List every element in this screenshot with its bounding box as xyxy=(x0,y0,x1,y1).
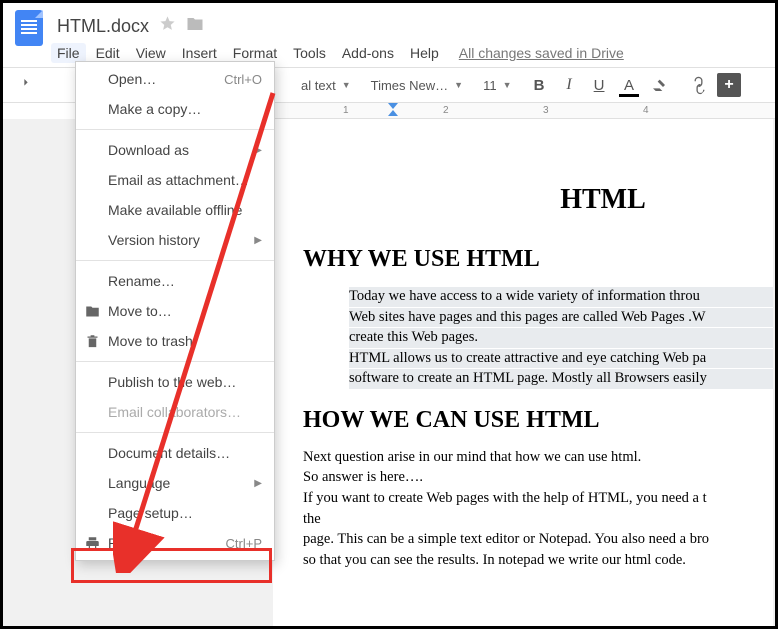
text-color-button[interactable]: A xyxy=(615,71,643,99)
menu-insert[interactable]: Insert xyxy=(182,45,217,61)
menu-edit[interactable]: Edit xyxy=(96,45,120,61)
insert-link-button[interactable] xyxy=(685,71,713,99)
doc-paragraph: create this Web pages. xyxy=(349,328,773,348)
file-menu-dropdown: Open… Ctrl+O Make a copy… Download as ▶ Em… xyxy=(75,61,275,561)
doc-heading-2: HOW WE CAN USE HTML xyxy=(303,407,773,434)
menu-item-rename[interactable]: Rename… xyxy=(76,266,274,296)
menu-separator xyxy=(76,361,274,362)
menu-tools[interactable]: Tools xyxy=(293,45,326,61)
font-family-label: Times New… xyxy=(371,78,449,93)
doc-paragraph: so that you can see the results. In note… xyxy=(303,551,773,571)
document-title[interactable]: HTML.docx xyxy=(57,16,149,37)
menu-separator xyxy=(76,129,274,130)
underline-button[interactable]: U xyxy=(585,71,613,99)
menu-item-open[interactable]: Open… Ctrl+O xyxy=(76,64,274,94)
doc-heading-2: WHY WE USE HTML xyxy=(303,246,773,273)
menu-item-move-to-trash[interactable]: Move to trash xyxy=(76,326,274,356)
menu-item-label: Page setup… xyxy=(108,505,193,521)
more-toolbar-button[interactable]: + xyxy=(715,71,743,99)
menu-help[interactable]: Help xyxy=(410,45,439,61)
menu-item-make-copy[interactable]: Make a copy… xyxy=(76,94,274,124)
paragraph-style-label: al text xyxy=(301,78,336,93)
menu-item-page-setup[interactable]: Page setup… xyxy=(76,498,274,528)
font-family-dropdown[interactable]: Times New… ▼ xyxy=(363,71,471,99)
highlight-color-button[interactable] xyxy=(645,71,673,99)
menu-item-label: Email as attachment… xyxy=(108,172,249,188)
font-size-dropdown[interactable]: 11 ▼ xyxy=(475,71,521,99)
menu-item-document-details[interactable]: Document details… xyxy=(76,438,274,468)
chevron-right-icon: ▶ xyxy=(254,478,262,489)
doc-paragraph: Next question arise in our mind that how… xyxy=(303,448,773,468)
menu-item-label: Download as xyxy=(108,142,189,158)
horizontal-ruler[interactable]: 1 2 3 4 xyxy=(273,103,775,119)
menu-item-label: Open… xyxy=(108,71,156,87)
chevron-down-icon: ▼ xyxy=(454,80,463,90)
doc-heading-1: HTML xyxy=(303,184,773,216)
menu-item-label: Rename… xyxy=(108,273,175,289)
doc-paragraph: So answer is here…. xyxy=(303,468,773,488)
menu-item-label: Move to… xyxy=(108,303,172,319)
menu-item-download-as[interactable]: Download as ▶ xyxy=(76,135,274,165)
menu-item-publish-web[interactable]: Publish to the web… xyxy=(76,367,274,397)
ruler-tick: 2 xyxy=(443,105,449,116)
menu-item-label: Language xyxy=(108,475,170,491)
chevron-right-icon: ▶ xyxy=(254,235,262,246)
font-size-value: 11 xyxy=(483,78,497,93)
google-docs-icon[interactable] xyxy=(15,10,43,46)
paragraph-style-dropdown[interactable]: al text ▼ xyxy=(293,71,359,99)
ruler-tick: 4 xyxy=(643,105,649,116)
doc-paragraph: If you want to create Web pages with the… xyxy=(303,489,773,509)
menu-item-label: Publish to the web… xyxy=(108,374,236,390)
print-icon xyxy=(84,535,100,551)
plus-icon: + xyxy=(717,73,741,97)
menu-item-label: Document details… xyxy=(108,445,230,461)
doc-paragraph: Today we have access to a wide variety o… xyxy=(349,287,773,307)
doc-paragraph: the xyxy=(303,510,773,530)
trash-icon xyxy=(84,333,100,349)
menu-item-label: Version history xyxy=(108,232,200,248)
doc-paragraph: Web sites have pages and this pages are … xyxy=(349,308,773,328)
menu-item-label: Email collaborators… xyxy=(108,404,241,420)
menu-format[interactable]: Format xyxy=(233,45,277,61)
menu-separator xyxy=(76,432,274,433)
menu-item-label: Move to trash xyxy=(108,333,193,349)
menu-item-move-to[interactable]: Move to… xyxy=(76,296,274,326)
folder-icon xyxy=(84,303,100,319)
chevron-down-icon: ▼ xyxy=(503,80,512,90)
menu-item-email-collaborators: Email collaborators… xyxy=(76,397,274,427)
menu-addons[interactable]: Add-ons xyxy=(342,45,394,61)
bold-button[interactable]: B xyxy=(525,71,553,99)
star-icon[interactable] xyxy=(159,15,176,37)
menu-item-version-history[interactable]: Version history ▶ xyxy=(76,225,274,255)
doc-paragraph: software to create an HTML page. Mostly … xyxy=(349,369,773,389)
menu-item-language[interactable]: Language ▶ xyxy=(76,468,274,498)
menu-item-label: Print xyxy=(108,535,137,551)
menu-item-email-attachment[interactable]: Email as attachment… xyxy=(76,165,274,195)
menu-view[interactable]: View xyxy=(136,45,166,61)
save-status[interactable]: All changes saved in Drive xyxy=(459,45,624,61)
indent-marker[interactable] xyxy=(388,103,398,116)
menu-item-available-offline[interactable]: Make available offline xyxy=(76,195,274,225)
menu-file[interactable]: File xyxy=(51,43,86,63)
folder-icon[interactable] xyxy=(186,15,204,38)
menu-item-print[interactable]: Print Ctrl+P xyxy=(76,528,274,558)
menu-separator xyxy=(76,260,274,261)
doc-paragraph: page. This can be a simple text editor o… xyxy=(303,530,773,550)
ruler-tick: 1 xyxy=(343,105,349,116)
shortcut-label: Ctrl+P xyxy=(226,536,262,551)
chevron-down-icon: ▼ xyxy=(342,80,351,90)
menu-item-label: Make available offline xyxy=(108,202,242,218)
ruler-tick: 3 xyxy=(543,105,549,116)
shortcut-label: Ctrl+O xyxy=(224,72,262,87)
italic-button[interactable]: I xyxy=(555,71,583,99)
chevron-right-icon: ▶ xyxy=(254,145,262,156)
menu-item-label: Make a copy… xyxy=(108,101,201,117)
undo-button[interactable] xyxy=(13,71,41,99)
document-page[interactable]: HTML WHY WE USE HTML Today we have acces… xyxy=(273,119,773,626)
doc-paragraph: HTML allows us to create attractive and … xyxy=(349,349,773,369)
